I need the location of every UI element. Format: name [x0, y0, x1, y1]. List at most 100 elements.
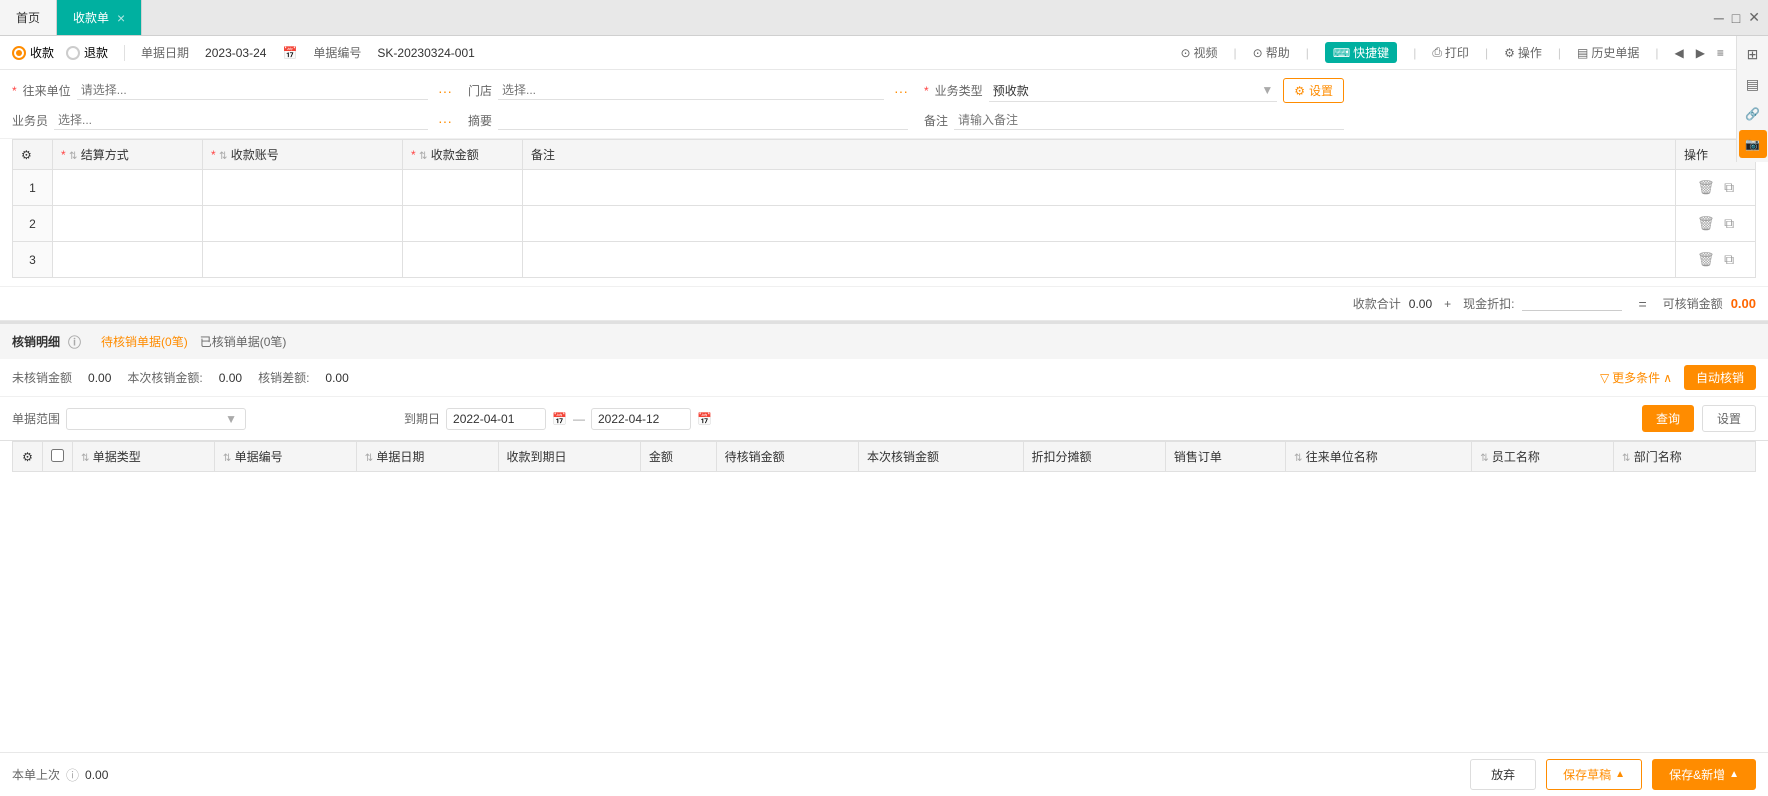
table-settings-icon[interactable]: ⚙: [13, 140, 53, 170]
bottom-table-section: ⚙ ⇅ 单据类型 ⇅ 单据编号 ⇅ 单据日期 收款到期日: [0, 441, 1768, 480]
shortcut-btn[interactable]: ⌨ 快捷键: [1325, 42, 1397, 63]
receipt-radio-label[interactable]: 收款: [12, 44, 54, 61]
row-amount-2[interactable]: [403, 206, 523, 242]
row-delete-icon-1[interactable]: 🗑: [1697, 179, 1715, 195]
row-remark-3[interactable]: [523, 242, 1676, 278]
row-settlement-1[interactable]: [53, 170, 203, 206]
auto-writeoff-btn[interactable]: 自动核销: [1684, 365, 1756, 390]
receipt-refund-radio: 收款 退款: [12, 44, 108, 61]
staff-input[interactable]: [54, 111, 428, 130]
row-num-3: 3: [13, 242, 53, 278]
history-btn[interactable]: ▤ 历史单据: [1577, 44, 1639, 61]
calendar-end-icon[interactable]: 📅: [697, 412, 712, 426]
store-input[interactable]: [498, 81, 884, 100]
staff-more-icon[interactable]: ···: [438, 113, 452, 129]
operate-btn[interactable]: ⚙ 操作: [1504, 44, 1542, 61]
row-settlement-2[interactable]: [53, 206, 203, 242]
refund-radio-label[interactable]: 退款: [66, 44, 108, 61]
window-controls: ─ □ ✕: [1714, 9, 1768, 26]
save-draft-button[interactable]: 保存草稿 ▲: [1546, 759, 1642, 790]
date-end-input[interactable]: [591, 408, 691, 430]
row-actions-3: 🗑 ⧉: [1676, 242, 1756, 278]
settings-filter-btn[interactable]: 设置: [1702, 405, 1756, 432]
counterpart-more-icon[interactable]: ···: [438, 83, 452, 99]
date-start-input[interactable]: [446, 408, 546, 430]
sidebar-table-icon[interactable]: ⊞: [1739, 40, 1767, 68]
scope-selector[interactable]: ▼: [66, 408, 246, 430]
row-account-2[interactable]: [203, 206, 403, 242]
discount-input[interactable]: [1522, 296, 1622, 311]
help-btn[interactable]: ⊙ 帮助: [1253, 44, 1290, 61]
nav-next-icon[interactable]: ▶: [1696, 46, 1705, 60]
footer-info: 本单上次 ⓘ 0.00: [12, 765, 108, 784]
unverified-label: 未核销金额: [12, 369, 72, 386]
sidebar-chart-icon[interactable]: ▤: [1739, 70, 1767, 98]
writeoff-info-icon[interactable]: ⓘ: [68, 332, 81, 351]
more-conditions-btn[interactable]: ▽ 更多条件 ∧: [1600, 369, 1672, 386]
right-sidebar: ⊞ ▤ 🔗 📷: [1736, 36, 1768, 162]
query-button[interactable]: 查询: [1642, 405, 1694, 432]
row-remark-1[interactable]: [523, 170, 1676, 206]
col-amount-header: * ⇅ 收款金额: [403, 140, 523, 170]
row-account-1[interactable]: [203, 170, 403, 206]
operate-icon: ⚙: [1504, 46, 1515, 60]
row-actions-2: 🗑 ⧉: [1676, 206, 1756, 242]
tab-done[interactable]: 已核销单据(0笔): [200, 333, 287, 350]
date-calendar-icon[interactable]: 📅: [282, 46, 297, 60]
business-type-dropdown-icon[interactable]: ▼: [1261, 83, 1273, 97]
row-account-3[interactable]: [203, 242, 403, 278]
col-date-header[interactable]: ⇅ 单据日期: [356, 442, 498, 472]
tab-pending[interactable]: 待核销单据(0笔): [101, 333, 188, 350]
col-due-date-header: 收款到期日: [498, 442, 640, 472]
settings-button[interactable]: ⚙ 设置: [1283, 78, 1344, 103]
receipt-radio-text: 收款: [30, 44, 54, 61]
save-new-button[interactable]: 保存&新增 ▲: [1652, 759, 1756, 790]
bill-no-label: 单据编号: [313, 44, 361, 61]
col-settings-th[interactable]: ⚙: [13, 442, 43, 472]
video-btn[interactable]: ⊙ 视频: [1180, 44, 1217, 61]
store-more-icon[interactable]: ···: [894, 83, 908, 99]
tab-close-icon[interactable]: ×: [117, 10, 125, 26]
minimize-icon[interactable]: ─: [1714, 10, 1724, 26]
print-btn[interactable]: ⎙ 打印: [1432, 44, 1469, 61]
close-icon[interactable]: ✕: [1748, 9, 1760, 26]
tab-receipt[interactable]: 收款单 ×: [57, 0, 142, 35]
col-type-header[interactable]: ⇅ 单据类型: [73, 442, 215, 472]
row-delete-icon-3[interactable]: 🗑: [1697, 251, 1715, 267]
tab-bar: 首页 收款单 × ─ □ ✕: [0, 0, 1768, 36]
counterpart-input[interactable]: [77, 81, 428, 100]
writeoff-title: 核销明细 ⓘ: [12, 332, 81, 351]
col-no-header[interactable]: ⇅ 单据编号: [214, 442, 356, 472]
sidebar-link-icon[interactable]: 🔗: [1739, 100, 1767, 128]
select-all-checkbox[interactable]: [51, 449, 64, 462]
col-counterpart-header[interactable]: ⇅ 往来单位名称: [1285, 442, 1471, 472]
history-label: 历史单据: [1591, 44, 1639, 61]
nav-prev-icon[interactable]: ◀: [1674, 46, 1683, 60]
row-copy-icon-1[interactable]: ⧉: [1724, 179, 1734, 195]
nav-menu-icon[interactable]: ≡: [1717, 46, 1724, 60]
tab-home[interactable]: 首页: [0, 0, 57, 35]
row-amount-3[interactable]: [403, 242, 523, 278]
col-amount-header: 金额: [640, 442, 716, 472]
equals-sign: =: [1638, 296, 1646, 312]
col-dept-header[interactable]: ⇅ 部门名称: [1614, 442, 1756, 472]
current-value: 0.00: [219, 371, 242, 385]
remark-input[interactable]: [954, 111, 1344, 130]
row-delete-icon-2[interactable]: 🗑: [1697, 215, 1715, 231]
counterpart-field: * 往来单位 ···: [12, 81, 452, 100]
footer-info-icon[interactable]: ⓘ: [66, 765, 79, 784]
row-copy-icon-2[interactable]: ⧉: [1724, 215, 1734, 231]
row-amount-1[interactable]: [403, 170, 523, 206]
tab-home-label: 首页: [16, 9, 40, 26]
row-copy-icon-3[interactable]: ⧉: [1724, 251, 1734, 267]
col-checkbox-th[interactable]: [43, 442, 73, 472]
abandon-button[interactable]: 放弃: [1470, 759, 1536, 790]
row-remark-2[interactable]: [523, 206, 1676, 242]
calendar-start-icon[interactable]: 📅: [552, 412, 567, 426]
sidebar-camera-icon[interactable]: 📷: [1739, 130, 1767, 158]
total-value: 0.00: [1409, 297, 1432, 311]
maximize-icon[interactable]: □: [1732, 10, 1740, 26]
row-settlement-3[interactable]: [53, 242, 203, 278]
summary-input[interactable]: [498, 111, 908, 130]
summary-field: 摘要: [468, 111, 908, 130]
